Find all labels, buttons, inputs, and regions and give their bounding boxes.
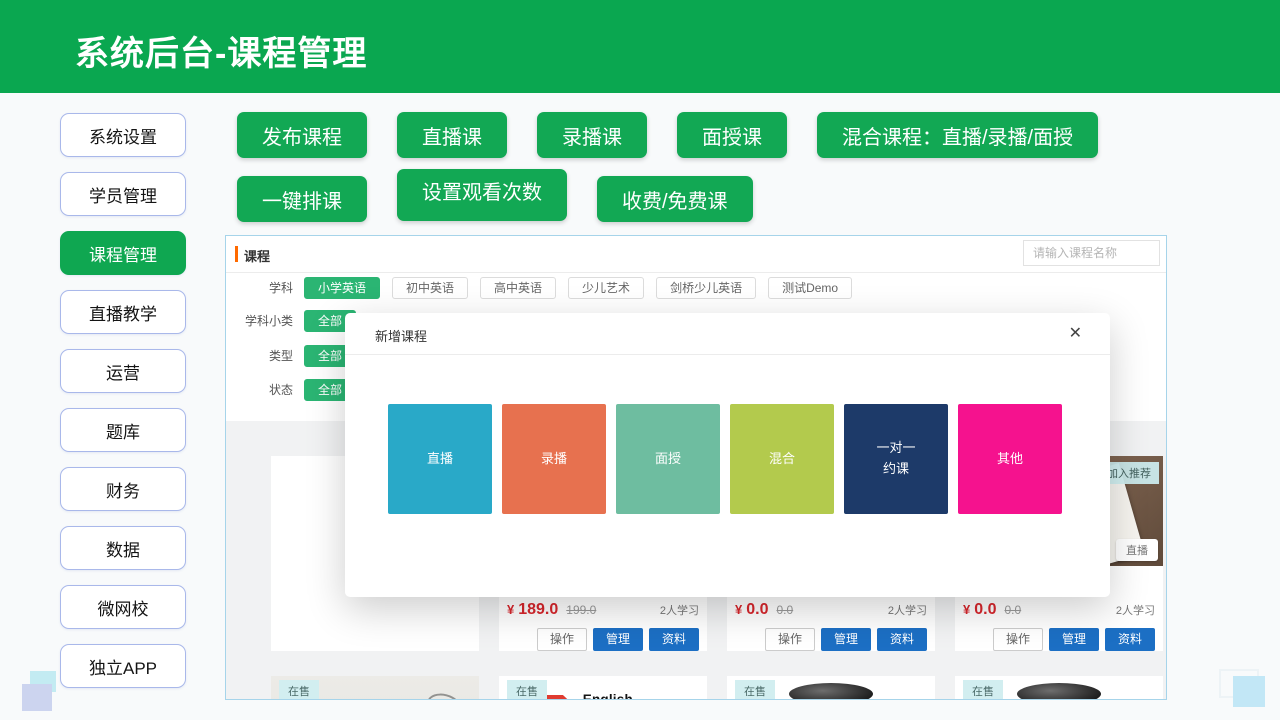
currency-symbol: ¥ xyxy=(735,602,742,617)
decor-square xyxy=(1233,676,1265,707)
cambridge-logo-text: English Qualifications xyxy=(583,692,707,700)
filter-tag-cambridge-english[interactable]: 剑桥少儿英语 xyxy=(656,277,756,299)
filter-tag-senior-english[interactable]: 高中英语 xyxy=(480,277,556,299)
type-card-mixed[interactable]: 混合 xyxy=(730,404,834,514)
manage-button[interactable]: 管理 xyxy=(593,628,643,651)
set-view-count-button[interactable]: 设置观看次数 xyxy=(397,169,567,221)
panel-title: 课程 xyxy=(244,246,270,265)
on-sale-badge: 在售 xyxy=(735,680,775,700)
course-old-price: 0.0 xyxy=(776,603,793,617)
app-window: 系统后台-课程管理 系统设置 学员管理 课程管理 直播教学 运营 题库 财务 数… xyxy=(0,0,1280,720)
paid-free-course-button[interactable]: 收费/免费课 xyxy=(597,176,753,222)
sidebar-item-finance[interactable]: 财务 xyxy=(60,467,186,511)
filter-tag-junior-english[interactable]: 初中英语 xyxy=(392,277,468,299)
filter-label: 学科小类 xyxy=(226,310,293,332)
course-type-list: 直播 录播 面授 混合 一对一 约课 其他 xyxy=(388,404,1062,514)
filter-tag-test-demo[interactable]: 测试Demo xyxy=(768,277,852,299)
course-search-input[interactable] xyxy=(1023,240,1160,266)
sidebar-item-question-bank[interactable]: 题库 xyxy=(60,408,186,452)
course-card[interactable]: 在售 xyxy=(727,676,935,700)
student-count: 2人学习 xyxy=(660,602,699,618)
sidebar-item-micro-school[interactable]: 微网校 xyxy=(60,585,186,629)
filter-row-subcategory: 学科小类 全部 xyxy=(226,310,356,332)
filter-tag-children-art[interactable]: 少儿艺术 xyxy=(568,277,644,299)
in-person-course-button[interactable]: 面授课 xyxy=(677,112,787,158)
student-count: 2人学习 xyxy=(1116,602,1155,618)
operate-button[interactable]: 操作 xyxy=(993,628,1043,651)
mixed-course-button[interactable]: 混合课程：直播/录播/面授 xyxy=(817,112,1098,158)
page-header: 系统后台-课程管理 xyxy=(0,0,1280,93)
course-price: 189.0 xyxy=(518,601,558,619)
decor-square xyxy=(22,684,52,711)
recorded-course-button[interactable]: 录播课 xyxy=(537,112,647,158)
course-old-price: 199.0 xyxy=(566,603,596,617)
materials-button[interactable]: 资料 xyxy=(877,628,927,651)
manage-button[interactable]: 管理 xyxy=(1049,628,1099,651)
operate-button[interactable]: 操作 xyxy=(537,628,587,651)
filter-label: 状态 xyxy=(226,379,293,401)
doodle-graphic xyxy=(425,690,463,700)
quick-buttons-row2: 一键排课 设置观看次数 收费/免费课 xyxy=(237,176,753,222)
filter-row-status: 状态 全部 xyxy=(226,379,356,401)
close-icon[interactable]: ✕ xyxy=(1069,323,1082,343)
sidebar-item-live-teaching[interactable]: 直播教学 xyxy=(60,290,186,334)
sidebar-item-operations[interactable]: 运营 xyxy=(60,349,186,393)
currency-symbol: ¥ xyxy=(963,602,970,617)
live-type-tag: 直播 xyxy=(1116,539,1158,561)
filter-row-subject: 学科 小学英语 初中英语 高中英语 少儿艺术 剑桥少儿英语 测试Demo xyxy=(226,277,852,299)
student-count: 2人学习 xyxy=(888,602,927,618)
materials-button[interactable]: 资料 xyxy=(1105,628,1155,651)
filter-tag-primary-english[interactable]: 小学英语 xyxy=(304,277,380,299)
type-card-recorded[interactable]: 录播 xyxy=(502,404,606,514)
on-sale-badge: 在售 xyxy=(507,680,547,700)
materials-button[interactable]: 资料 xyxy=(649,628,699,651)
sidebar-item-course-management[interactable]: 课程管理 xyxy=(60,231,186,275)
type-card-in-person[interactable]: 面授 xyxy=(616,404,720,514)
course-card[interactable]: 在售 xyxy=(955,676,1163,700)
add-course-modal: 新增课程 ✕ 直播 录播 面授 混合 一对一 约课 其他 xyxy=(345,313,1110,597)
type-card-live[interactable]: 直播 xyxy=(388,404,492,514)
filter-label: 学科 xyxy=(226,277,293,299)
filter-row-type: 类型 全部 xyxy=(226,345,356,367)
sidebar: 系统设置 学员管理 课程管理 直播教学 运营 题库 财务 数据 微网校 独立AP… xyxy=(60,113,186,703)
live-course-button[interactable]: 直播课 xyxy=(397,112,507,158)
lens-photo xyxy=(1022,692,1096,700)
on-sale-badge: 在售 xyxy=(963,680,1003,700)
currency-symbol: ¥ xyxy=(507,602,514,617)
type-card-other[interactable]: 其他 xyxy=(958,404,1062,514)
panel-accent-bar xyxy=(235,246,238,262)
operate-button[interactable]: 操作 xyxy=(765,628,815,651)
sidebar-item-standalone-app[interactable]: 独立APP xyxy=(60,644,186,688)
panel-divider xyxy=(226,272,1166,273)
modal-title: 新增课程 xyxy=(375,326,427,345)
sidebar-item-student-management[interactable]: 学员管理 xyxy=(60,172,186,216)
publish-course-button[interactable]: 发布课程 xyxy=(237,112,367,158)
sidebar-item-data[interactable]: 数据 xyxy=(60,526,186,570)
page-title: 系统后台-课程管理 xyxy=(75,26,367,75)
modal-divider xyxy=(345,354,1110,355)
sidebar-item-system-settings[interactable]: 系统设置 xyxy=(60,113,186,157)
manage-button[interactable]: 管理 xyxy=(821,628,871,651)
course-card[interactable]: 在售 xyxy=(271,676,479,700)
one-click-scheduling-button[interactable]: 一键排课 xyxy=(237,176,367,222)
course-old-price: 0.0 xyxy=(1004,603,1021,617)
on-sale-badge: 在售 xyxy=(279,680,319,700)
course-price: 0.0 xyxy=(746,601,768,619)
course-card[interactable]: 在售 bridge English Qualifications xyxy=(499,676,707,700)
quick-buttons-row1: 发布课程 直播课 录播课 面授课 混合课程：直播/录播/面授 xyxy=(237,112,1098,158)
lens-photo xyxy=(794,692,868,700)
filter-label: 类型 xyxy=(226,345,293,367)
course-price: 0.0 xyxy=(974,601,996,619)
type-card-one-on-one[interactable]: 一对一 约课 xyxy=(844,404,948,514)
